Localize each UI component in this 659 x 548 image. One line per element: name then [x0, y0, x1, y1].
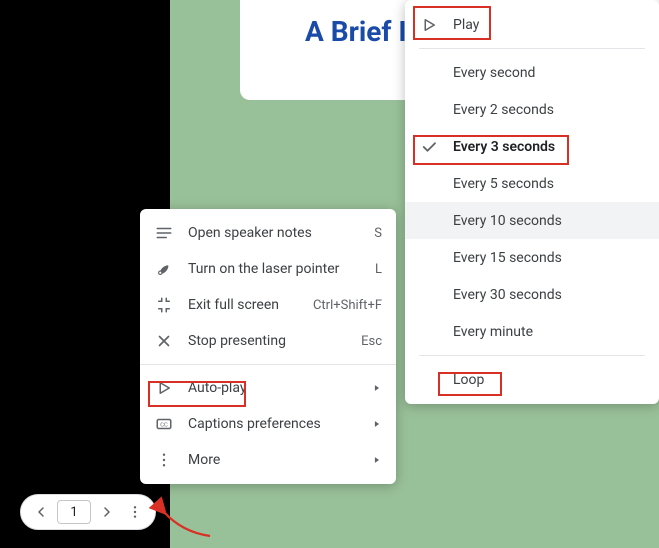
more-options-button[interactable] [121, 498, 149, 526]
presenter-menu: Open speaker notes S Turn on the laser p… [140, 209, 396, 484]
notes-icon [154, 223, 174, 243]
laser-icon [154, 259, 174, 279]
menu-label: Auto-play [188, 380, 372, 396]
submenu-item-every-30-seconds[interactable]: Every 30 seconds [405, 276, 659, 313]
submenu-label: Every 15 seconds [453, 250, 562, 266]
menu-label: Captions preferences [188, 416, 372, 432]
close-icon [154, 331, 174, 351]
submenu-item-every-3-seconds[interactable]: Every 3 seconds [405, 128, 659, 165]
svg-text:CC: CC [160, 422, 168, 428]
submenu-item-every-5-seconds[interactable]: Every 5 seconds [405, 165, 659, 202]
menu-shortcut: S [374, 226, 382, 241]
next-slide-button[interactable] [93, 498, 121, 526]
check-icon [419, 137, 439, 157]
menu-item-more[interactable]: More [140, 442, 396, 478]
submenu-item-every-10-seconds[interactable]: Every 10 seconds [405, 202, 659, 239]
submenu-label: Every minute [453, 324, 533, 340]
menu-label: Open speaker notes [188, 225, 374, 241]
submenu-label: Every 5 seconds [453, 176, 554, 192]
menu-item-captions[interactable]: CC Captions preferences [140, 406, 396, 442]
play-icon [419, 15, 439, 35]
menu-label: Stop presenting [188, 333, 361, 349]
captions-icon: CC [154, 414, 174, 434]
submenu-label: Every 30 seconds [453, 287, 562, 303]
menu-shortcut: L [375, 262, 382, 277]
menu-item-auto-play[interactable]: Auto-play [140, 370, 396, 406]
menu-shortcut: Ctrl+Shift+F [313, 298, 382, 313]
prev-slide-button[interactable] [27, 498, 55, 526]
menu-label: Turn on the laser pointer [188, 261, 375, 277]
submenu-item-play[interactable]: Play [405, 6, 659, 43]
submenu-label: Every second [453, 65, 535, 81]
submenu-label: Loop [453, 372, 484, 388]
annotation-arrow [162, 508, 212, 538]
submenu-item-every-15-seconds[interactable]: Every 15 seconds [405, 239, 659, 276]
menu-shortcut: Esc [361, 334, 382, 349]
menu-item-exit-fullscreen[interactable]: Exit full screen Ctrl+Shift+F [140, 287, 396, 323]
submenu-chevron-icon [372, 455, 382, 465]
exit-fullscreen-icon [154, 295, 174, 315]
menu-item-stop-presenting[interactable]: Stop presenting Esc [140, 323, 396, 359]
submenu-label: Every 10 seconds [453, 213, 562, 229]
slide-number-field[interactable]: 1 [57, 500, 91, 524]
menu-separator [140, 364, 396, 365]
menu-item-laser[interactable]: Turn on the laser pointer L [140, 251, 396, 287]
submenu-label: Every 2 seconds [453, 102, 554, 118]
submenu-item-loop[interactable]: Loop [405, 361, 659, 398]
menu-label: More [188, 452, 372, 468]
presenter-toolbar: 1 [20, 494, 156, 530]
menu-label: Exit full screen [188, 297, 313, 313]
submenu-chevron-icon [372, 419, 382, 429]
menu-separator [419, 48, 645, 49]
submenu-item-every-second[interactable]: Every second [405, 54, 659, 91]
play-icon [154, 378, 174, 398]
more-icon [154, 450, 174, 470]
submenu-label: Every 3 seconds [453, 139, 555, 155]
menu-item-speaker-notes[interactable]: Open speaker notes S [140, 215, 396, 251]
submenu-item-every-minute[interactable]: Every minute [405, 313, 659, 350]
submenu-item-every-2-seconds[interactable]: Every 2 seconds [405, 91, 659, 128]
submenu-chevron-icon [372, 383, 382, 393]
autoplay-submenu: Play Every second Every 2 seconds Every … [405, 0, 659, 404]
submenu-label: Play [453, 17, 479, 33]
menu-separator [419, 355, 645, 356]
